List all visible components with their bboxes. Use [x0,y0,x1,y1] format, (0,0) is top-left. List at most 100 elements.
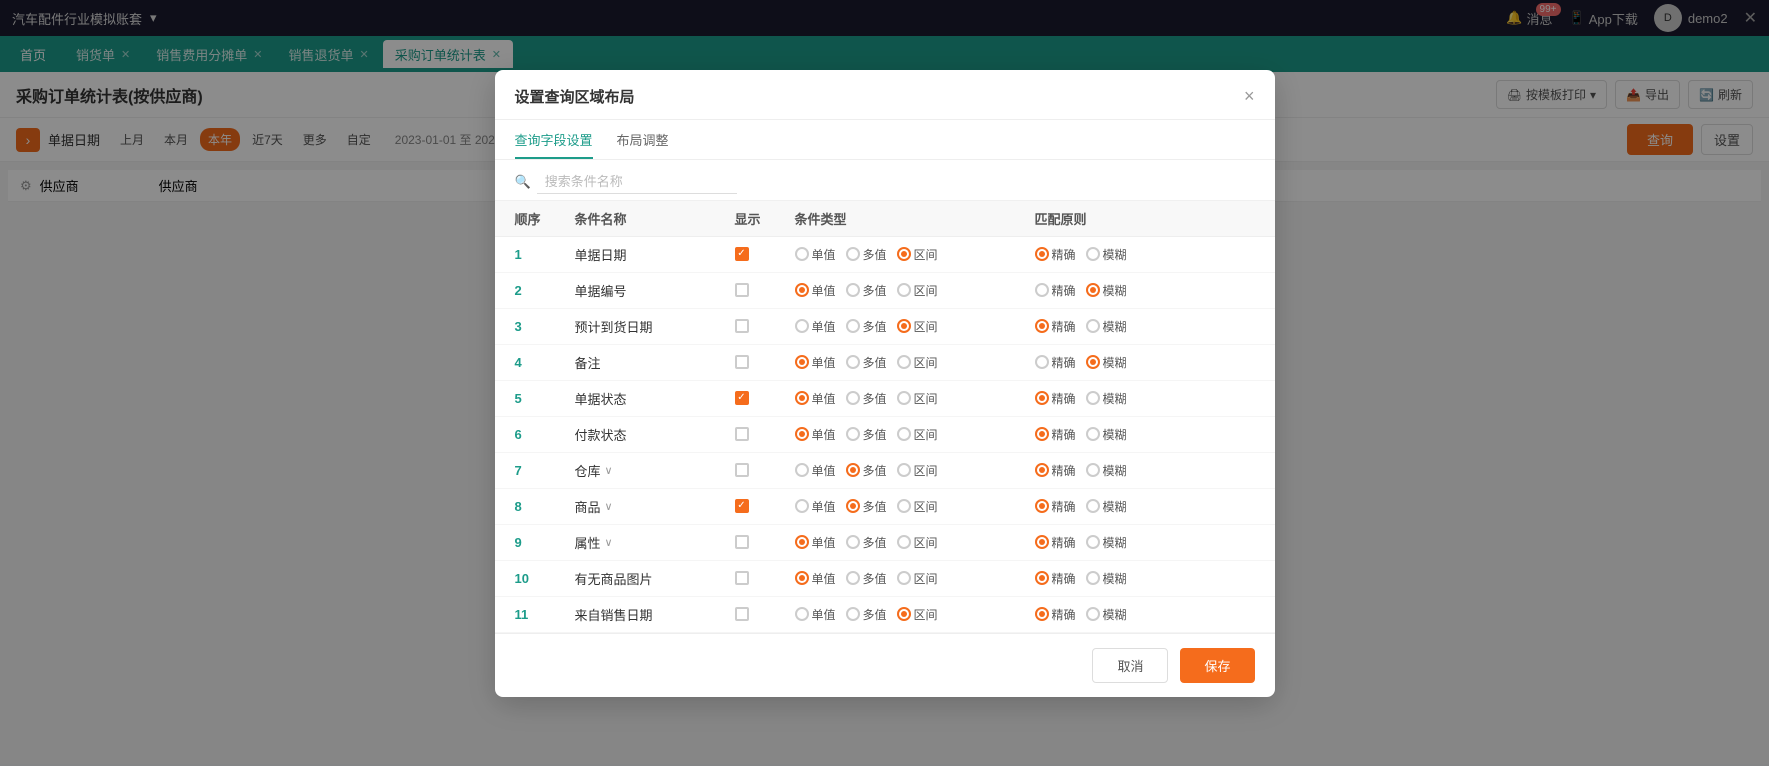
row-name: 商品 ∨ [575,497,735,516]
radio-circle [1035,283,1049,297]
radio-circle [1086,355,1100,369]
display-checkbox[interactable] [735,535,749,549]
radio-match-fuzzy[interactable]: 模糊 [1086,246,1127,263]
row-order: 1 [515,247,575,262]
radio-match-exact[interactable]: 精确 [1035,462,1076,479]
radio-label: 多值 [863,462,887,479]
radio-circle [795,427,809,441]
display-checkbox[interactable] [735,499,749,513]
dropdown-icon[interactable]: ∨ [605,536,613,549]
radio-match-fuzzy[interactable]: 模糊 [1086,498,1127,515]
display-checkbox[interactable] [735,319,749,333]
radio-type-single[interactable]: 单值 [795,462,836,479]
display-checkbox[interactable] [735,607,749,621]
radio-match-exact[interactable]: 精确 [1035,426,1076,443]
radio-match-exact[interactable]: 精确 [1035,534,1076,551]
radio-type-single[interactable]: 单值 [795,570,836,587]
radio-match-fuzzy[interactable]: 模糊 [1086,606,1127,623]
cancel-button[interactable]: 取消 [1092,648,1168,683]
dropdown-icon[interactable]: ∨ [605,464,613,477]
display-checkbox[interactable] [735,571,749,585]
display-checkbox[interactable] [735,283,749,297]
save-button[interactable]: 保存 [1180,648,1254,683]
radio-match-fuzzy[interactable]: 模糊 [1086,318,1127,335]
radio-type-single[interactable]: 单值 [795,498,836,515]
modal-overlay[interactable]: 设置查询区域布局 × 查询字段设置 布局调整 🔍 顺序 条件名称 显示 条件类型… [0,0,1769,766]
radio-circle [795,319,809,333]
radio-type-multi[interactable]: 多值 [846,354,887,371]
radio-type-multi[interactable]: 多值 [846,534,887,551]
radio-type-single[interactable]: 单值 [795,318,836,335]
radio-circle [795,355,809,369]
search-input[interactable] [537,170,737,194]
radio-type-range[interactable]: 区间 [897,606,938,623]
row-order: 3 [515,319,575,334]
radio-type-range[interactable]: 区间 [897,246,938,263]
radio-type-single[interactable]: 单值 [795,534,836,551]
radio-match-fuzzy[interactable]: 模糊 [1086,534,1127,551]
radio-type-single[interactable]: 单值 [795,246,836,263]
radio-type-multi[interactable]: 多值 [846,390,887,407]
radio-match-fuzzy[interactable]: 模糊 [1086,282,1127,299]
radio-type-range[interactable]: 区间 [897,534,938,551]
radio-type-single[interactable]: 单值 [795,354,836,371]
display-checkbox[interactable] [735,355,749,369]
radio-circle [1086,571,1100,585]
display-checkbox[interactable] [735,391,749,405]
radio-type-multi[interactable]: 多值 [846,570,887,587]
radio-match-fuzzy[interactable]: 模糊 [1086,354,1127,371]
display-checkbox[interactable] [735,463,749,477]
dialog-tab-query-fields[interactable]: 查询字段设置 [515,120,593,159]
radio-type-single[interactable]: 单值 [795,426,836,443]
radio-type-range[interactable]: 区间 [897,318,938,335]
radio-type-range[interactable]: 区间 [897,390,938,407]
type-radio-group: 单值 多值区间 [795,462,1035,479]
radio-label: 单值 [812,246,836,263]
radio-type-range[interactable]: 区间 [897,498,938,515]
radio-type-multi[interactable]: 多值 [846,426,887,443]
dropdown-icon[interactable]: ∨ [605,500,613,513]
display-checkbox[interactable] [735,427,749,441]
radio-match-exact[interactable]: 精确 [1035,354,1076,371]
radio-circle [897,355,911,369]
radio-circle [795,535,809,549]
radio-match-exact[interactable]: 精确 [1035,570,1076,587]
radio-match-exact[interactable]: 精确 [1035,246,1076,263]
radio-type-range[interactable]: 区间 [897,426,938,443]
radio-circle [846,463,860,477]
dialog-tab-layout[interactable]: 布局调整 [617,120,669,159]
radio-label: 多值 [863,570,887,587]
radio-label: 模糊 [1103,426,1127,443]
dialog-close-button[interactable]: × [1244,87,1255,105]
radio-type-range[interactable]: 区间 [897,282,938,299]
radio-match-exact[interactable]: 精确 [1035,318,1076,335]
match-radio-group: 精确模糊 [1035,498,1235,515]
radio-match-fuzzy[interactable]: 模糊 [1086,390,1127,407]
radio-type-range[interactable]: 区间 [897,354,938,371]
radio-type-multi[interactable]: 多值 [846,462,887,479]
radio-type-single[interactable]: 单值 [795,390,836,407]
display-checkbox[interactable] [735,247,749,261]
radio-match-fuzzy[interactable]: 模糊 [1086,462,1127,479]
radio-type-single[interactable]: 单值 [795,282,836,299]
radio-match-exact[interactable]: 精确 [1035,498,1076,515]
radio-type-range[interactable]: 区间 [897,570,938,587]
radio-label: 精确 [1052,606,1076,623]
radio-match-fuzzy[interactable]: 模糊 [1086,426,1127,443]
radio-match-exact[interactable]: 精确 [1035,282,1076,299]
radio-type-range[interactable]: 区间 [897,462,938,479]
radio-type-multi[interactable]: 多值 [846,246,887,263]
radio-match-exact[interactable]: 精确 [1035,390,1076,407]
radio-type-multi[interactable]: 多值 [846,282,887,299]
radio-label: 单值 [812,570,836,587]
radio-circle [846,319,860,333]
radio-type-single[interactable]: 单值 [795,606,836,623]
radio-type-multi[interactable]: 多值 [846,498,887,515]
col-type-header: 条件类型 [795,209,1035,228]
row-order: 10 [515,571,575,586]
radio-match-fuzzy[interactable]: 模糊 [1086,570,1127,587]
radio-type-multi[interactable]: 多值 [846,606,887,623]
radio-match-exact[interactable]: 精确 [1035,606,1076,623]
match-radio-group: 精确模糊 [1035,462,1235,479]
radio-type-multi[interactable]: 多值 [846,318,887,335]
